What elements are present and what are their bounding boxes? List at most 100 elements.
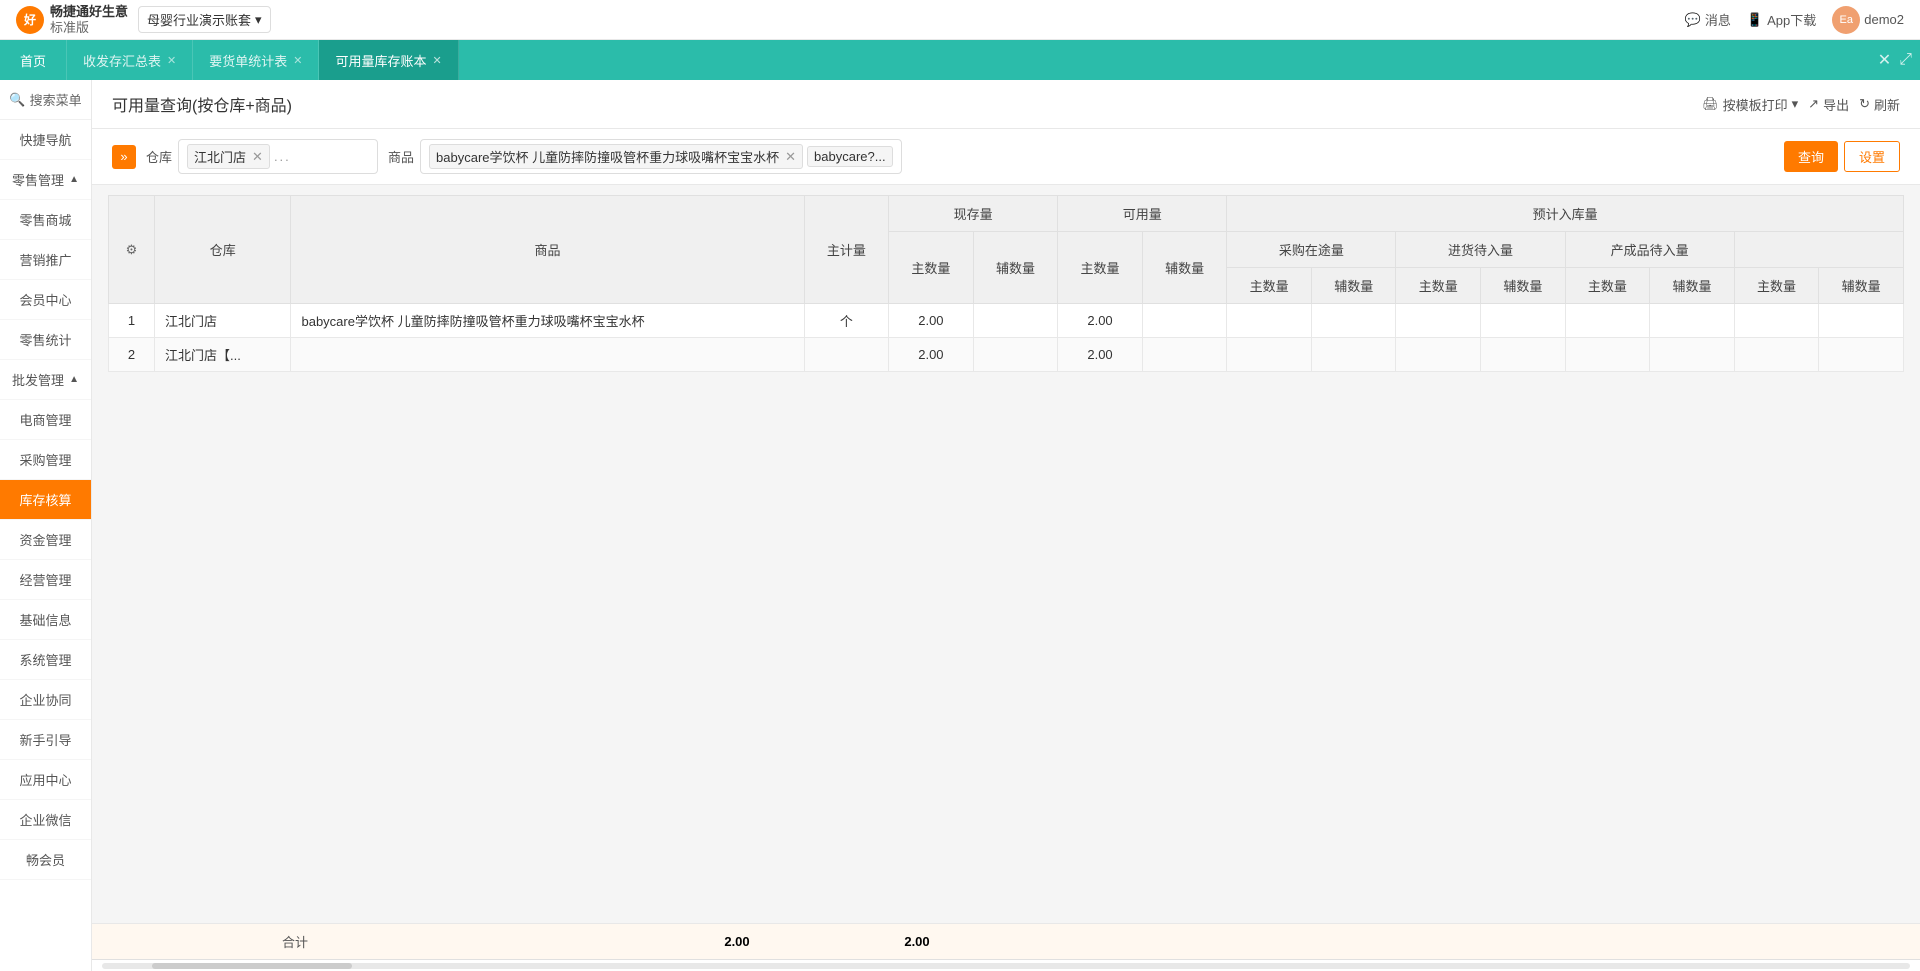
sidebar-item-零售统计[interactable]: 零售统计 (0, 320, 91, 360)
page-header-actions: 🖨 按模板打印 ▾ ↗ 导出 ↻ 刷新 (1702, 95, 1900, 114)
tab-home[interactable]: 首页 (0, 40, 67, 80)
avatar: Ea (1832, 6, 1860, 34)
th-main-unit: 主计量 (804, 196, 889, 304)
th-incoming-pending: 进货待入量 (1396, 232, 1565, 268)
export-icon: ↗ (1808, 96, 1819, 112)
message-btn[interactable]: 💬 消息 (1685, 10, 1731, 29)
row-pur-main (1227, 338, 1312, 372)
th-incoming-aux: 辅数量 (1481, 268, 1566, 304)
expand-tabs[interactable]: ⤢ (1899, 51, 1912, 69)
sidebar-item-企业微信[interactable]: 企业微信 (0, 800, 91, 840)
table-row: 2 江北门店【... 2.00 2.00 (109, 338, 1904, 372)
template-print-btn[interactable]: 🖨 按模板打印 ▾ (1702, 95, 1798, 114)
sidebar-item-营销推广[interactable]: 营销推广 (0, 240, 91, 280)
goods-tag-1: babycare学饮杯 儿童防摔防撞吸管杯重力球吸嘴杯宝宝水杯 ✕ (429, 144, 803, 169)
settings-icon[interactable]: ⚙ (126, 242, 138, 257)
sidebar-item-畅会员[interactable]: 畅会员 (0, 840, 91, 880)
remove-warehouse-tag[interactable]: ✕ (252, 149, 263, 165)
data-table: ⚙ 仓库 商品 主计量 现存量 可用量 预计入库量 主数量 辅数量 主数量 辅数… (108, 195, 1904, 372)
row-avail-aux (1142, 338, 1227, 372)
message-icon: 💬 (1685, 12, 1701, 28)
row-avail-main: 2.00 (1058, 304, 1143, 338)
sidebar-search[interactable]: 🔍 搜索菜单 (0, 80, 91, 120)
th-empty-main: 主数量 (1734, 268, 1819, 304)
close-tab-3[interactable]: ✕ (433, 54, 442, 67)
row-cur-aux (973, 304, 1058, 338)
chevron-down-icon: ▾ (255, 12, 262, 28)
warehouse-input[interactable]: 江北门店 ✕ ... (178, 139, 378, 174)
sidebar-item-基础信息[interactable]: 基础信息 (0, 600, 91, 640)
filter-actions: 查询 设置 (1784, 141, 1900, 172)
tab-要货单统计表[interactable]: 要货单统计表 ✕ (193, 40, 319, 80)
sidebar-item-批发管理[interactable]: 批发管理 ▲ (0, 360, 91, 400)
filter-expand-btn[interactable]: » (112, 145, 136, 169)
row-pur-main (1227, 304, 1312, 338)
row-unit (804, 338, 889, 372)
row-inc-main (1396, 304, 1481, 338)
goods-filter: 商品 babycare学饮杯 儿童防摔防撞吸管杯重力球吸嘴杯宝宝水杯 ✕ bab… (388, 139, 902, 174)
row-goods: babycare学饮杯 儿童防摔防撞吸管杯重力球吸嘴杯宝宝水杯 (291, 304, 804, 338)
page-title: 可用量查询(按仓库+商品) (112, 92, 292, 116)
th-product-pending: 产成品待入量 (1565, 232, 1734, 268)
warehouse-tag: 江北门店 ✕ (187, 144, 270, 169)
sidebar-item-shortcut[interactable]: 快捷导航 (0, 120, 91, 160)
tab-收发存汇总表[interactable]: 收发存汇总表 ✕ (67, 40, 193, 80)
close-tab-1[interactable]: ✕ (167, 54, 176, 67)
sidebar-item-电商管理[interactable]: 电商管理 (0, 400, 91, 440)
row-avail-aux (1142, 304, 1227, 338)
sidebar: 🔍 搜索菜单 快捷导航 零售管理 ▲ 零售商城 营销推广 会员中心 零售统计 批… (0, 80, 92, 971)
footer-scrollbar[interactable] (92, 959, 1920, 971)
content-area: 可用量查询(按仓库+商品) 🖨 按模板打印 ▾ ↗ 导出 ↻ 刷新 (92, 80, 1920, 971)
sidebar-item-系统管理[interactable]: 系统管理 (0, 640, 91, 680)
row-no: 2 (109, 338, 155, 372)
th-current-stock: 现存量 (889, 196, 1058, 232)
scrollbar-thumb (152, 963, 352, 969)
refresh-btn[interactable]: ↻ 刷新 (1859, 95, 1900, 114)
sidebar-item-企业协同[interactable]: 企业协同 (0, 680, 91, 720)
user-profile[interactable]: Ea demo2 (1832, 6, 1904, 34)
export-btn[interactable]: ↗ 导出 (1808, 95, 1849, 114)
top-bar: 好 畅捷通好生意 标准版 母婴行业演示账套 ▾ 💬 消息 📱 App下载 Ea … (0, 0, 1920, 40)
close-tab-2[interactable]: ✕ (293, 54, 302, 67)
th-empty-aux: 辅数量 (1819, 268, 1904, 304)
row-e2 (1819, 338, 1904, 372)
query-btn[interactable]: 查询 (1784, 141, 1838, 172)
sidebar-item-零售商城[interactable]: 零售商城 (0, 200, 91, 240)
warehouse-more[interactable]: ... (274, 149, 291, 164)
tab-可用量库存账本[interactable]: 可用量库存账本 ✕ (319, 40, 458, 80)
th-current-main: 主数量 (889, 232, 974, 304)
sidebar-item-应用中心[interactable]: 应用中心 (0, 760, 91, 800)
scrollbar-track (102, 963, 1910, 969)
nav-tabs-right: ✕ ⤢ (1878, 40, 1920, 80)
app-download-btn[interactable]: 📱 App下载 (1747, 10, 1816, 29)
sidebar-item-零售管理[interactable]: 零售管理 ▲ (0, 160, 91, 200)
total-current-main: 2.00 (692, 934, 782, 949)
close-all-tabs[interactable]: ✕ (1878, 50, 1891, 70)
row-e2 (1819, 304, 1904, 338)
goods-input[interactable]: babycare学饮杯 儿童防摔防撞吸管杯重力球吸嘴杯宝宝水杯 ✕ babyca… (420, 139, 902, 174)
th-empty (1734, 232, 1903, 268)
chevron-down-icon: ▾ (1792, 96, 1799, 112)
sidebar-item-资金管理[interactable]: 资金管理 (0, 520, 91, 560)
sidebar-item-会员中心[interactable]: 会员中心 (0, 280, 91, 320)
remove-goods-tag-1[interactable]: ✕ (785, 149, 796, 165)
table-row: 1 江北门店 babycare学饮杯 儿童防摔防撞吸管杯重力球吸嘴杯宝宝水杯 个… (109, 304, 1904, 338)
setting-btn[interactable]: 设置 (1844, 141, 1900, 172)
row-warehouse: 江北门店 (155, 304, 291, 338)
store-selector[interactable]: 母婴行业演示账套 ▾ (138, 6, 271, 33)
row-prod-aux (1650, 304, 1735, 338)
row-e1 (1734, 304, 1819, 338)
chevron-icon: ▲ (69, 374, 79, 385)
row-cur-main: 2.00 (889, 304, 974, 338)
sidebar-item-新手引导[interactable]: 新手引导 (0, 720, 91, 760)
th-settings[interactable]: ⚙ (109, 196, 155, 304)
sidebar-item-经营管理[interactable]: 经营管理 (0, 560, 91, 600)
th-incoming-main: 主数量 (1396, 268, 1481, 304)
logo-icon: 好 (16, 6, 44, 34)
table-area: ⚙ 仓库 商品 主计量 现存量 可用量 预计入库量 主数量 辅数量 主数量 辅数… (92, 185, 1920, 923)
sidebar-item-采购管理[interactable]: 采购管理 (0, 440, 91, 480)
row-warehouse: 江北门店【... (155, 338, 291, 372)
sidebar-item-库存核算[interactable]: 库存核算 (0, 480, 91, 520)
row-pur-aux (1311, 338, 1396, 372)
row-pur-aux (1311, 304, 1396, 338)
